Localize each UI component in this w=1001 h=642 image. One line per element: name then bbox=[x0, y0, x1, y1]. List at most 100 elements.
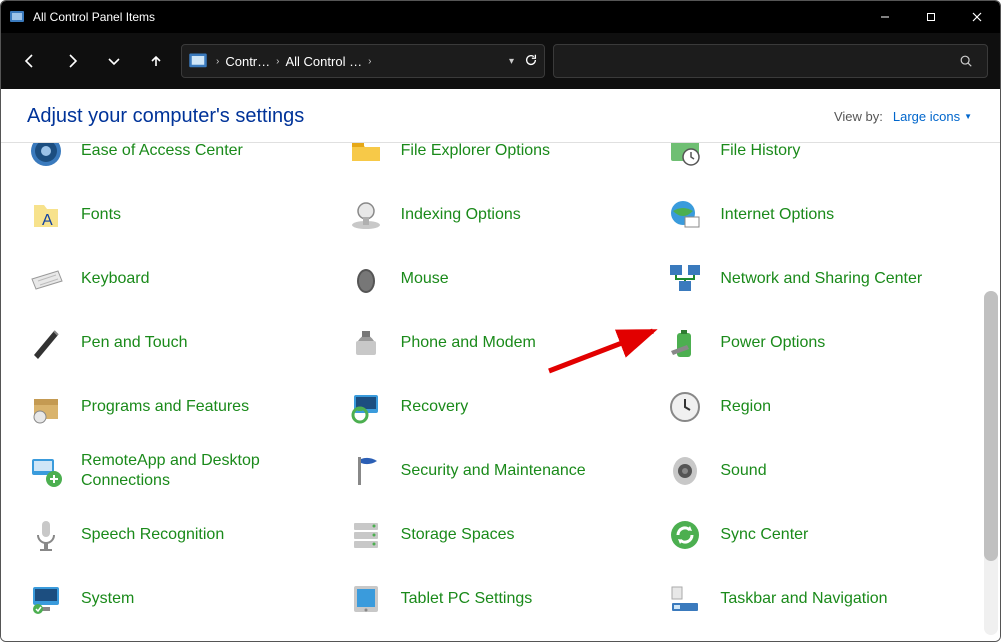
cpl-item-ease-of-access[interactable]: Ease of Access Center bbox=[19, 143, 339, 183]
cpl-item-internet-options[interactable]: Internet Options bbox=[658, 183, 978, 247]
chevron-right-icon: › bbox=[364, 56, 375, 67]
forward-button[interactable] bbox=[55, 44, 89, 78]
clock-icon bbox=[664, 386, 706, 428]
items-grid: Ease of Access Center File Explorer Optio… bbox=[19, 143, 978, 631]
view-by-value: Large icons bbox=[893, 109, 960, 124]
keyboard-icon bbox=[25, 258, 67, 300]
cpl-item-label: Phone and Modem bbox=[401, 333, 536, 353]
cpl-item-label: Programs and Features bbox=[81, 397, 249, 417]
cpl-item-label: Recovery bbox=[401, 397, 469, 417]
maximize-button[interactable] bbox=[908, 1, 954, 33]
mic-icon bbox=[25, 514, 67, 556]
cpl-item-pen-and-touch[interactable]: Pen and Touch bbox=[19, 311, 339, 375]
cpl-item-label: Network and Sharing Center bbox=[720, 269, 922, 289]
window-title: All Control Panel Items bbox=[33, 10, 155, 24]
speaker-icon bbox=[664, 450, 706, 492]
titlebar: All Control Panel Items bbox=[1, 1, 1000, 33]
chevron-right-icon: › bbox=[212, 56, 223, 67]
monitor-icon bbox=[25, 578, 67, 620]
cpl-item-label: System bbox=[81, 589, 134, 609]
recent-button[interactable] bbox=[97, 44, 131, 78]
cpl-item-label: Storage Spaces bbox=[401, 525, 515, 545]
cpl-item-remoteapp[interactable]: RemoteApp and Desktop Connections bbox=[19, 439, 339, 503]
view-by-label: View by: bbox=[834, 109, 883, 124]
view-by-dropdown[interactable]: Large icons ▼ bbox=[893, 109, 972, 124]
tablet-icon bbox=[345, 578, 387, 620]
chevron-right-icon: › bbox=[272, 56, 283, 67]
view-by-control: View by: Large icons ▼ bbox=[834, 109, 972, 124]
cpl-item-tablet-pc[interactable]: Tablet PC Settings bbox=[339, 567, 659, 631]
breadcrumb-1[interactable]: Contr… bbox=[223, 54, 272, 69]
drives-icon bbox=[345, 514, 387, 556]
index-icon bbox=[345, 194, 387, 236]
phone-icon bbox=[345, 322, 387, 364]
page-title: Adjust your computer's settings bbox=[27, 105, 304, 128]
content-area: Adjust your computer's settings View by:… bbox=[1, 89, 1000, 641]
cpl-item-label: Region bbox=[720, 397, 771, 417]
breadcrumb-2[interactable]: All Control … bbox=[283, 54, 364, 69]
box-icon bbox=[25, 386, 67, 428]
cpl-item-file-explorer-options[interactable]: File Explorer Options bbox=[339, 143, 659, 183]
minimize-button[interactable] bbox=[862, 1, 908, 33]
cpl-item-security-maintenance[interactable]: Security and Maintenance bbox=[339, 439, 659, 503]
cpl-item-mouse[interactable]: Mouse bbox=[339, 247, 659, 311]
cpl-item-label: Speech Recognition bbox=[81, 525, 224, 545]
battery-icon bbox=[664, 322, 706, 364]
cpl-item-recovery[interactable]: Recovery bbox=[339, 375, 659, 439]
cpl-item-label: File History bbox=[720, 143, 800, 161]
search-icon bbox=[959, 54, 973, 68]
address-bar[interactable]: › Contr… › All Control … › ▾ bbox=[181, 44, 545, 78]
cpl-item-label: Tablet PC Settings bbox=[401, 589, 533, 609]
items-viewport: Ease of Access Center File Explorer Optio… bbox=[1, 143, 1000, 641]
cpl-item-label: Fonts bbox=[81, 205, 121, 225]
cpl-item-system[interactable]: System bbox=[19, 567, 339, 631]
address-icon bbox=[188, 51, 208, 71]
cpl-item-speech-recognition[interactable]: Speech Recognition bbox=[19, 503, 339, 567]
chevron-down-icon[interactable]: ▾ bbox=[509, 56, 514, 67]
pen-icon bbox=[25, 322, 67, 364]
sync-icon bbox=[664, 514, 706, 556]
scrollbar-thumb[interactable] bbox=[984, 291, 998, 561]
cpl-item-phone-and-modem[interactable]: Phone and Modem bbox=[339, 311, 659, 375]
cpl-item-programs-features[interactable]: Programs and Features bbox=[19, 375, 339, 439]
close-button[interactable] bbox=[954, 1, 1000, 33]
back-button[interactable] bbox=[13, 44, 47, 78]
cpl-item-label: Indexing Options bbox=[401, 205, 521, 225]
search-input[interactable] bbox=[553, 44, 988, 78]
fonts-icon bbox=[25, 194, 67, 236]
globe-icon bbox=[664, 194, 706, 236]
network-icon bbox=[664, 258, 706, 300]
cpl-item-label: Keyboard bbox=[81, 269, 150, 289]
recovery-icon bbox=[345, 386, 387, 428]
mouse-icon bbox=[345, 258, 387, 300]
cpl-item-label: File Explorer Options bbox=[401, 143, 550, 161]
cpl-item-label: Ease of Access Center bbox=[81, 143, 243, 161]
cpl-item-storage-spaces[interactable]: Storage Spaces bbox=[339, 503, 659, 567]
page-header: Adjust your computer's settings View by:… bbox=[1, 89, 1000, 142]
cpl-item-fonts[interactable]: Fonts bbox=[19, 183, 339, 247]
cpl-item-label: Sound bbox=[720, 461, 766, 481]
cpl-item-label: Security and Maintenance bbox=[401, 461, 586, 481]
cpl-item-label: Mouse bbox=[401, 269, 449, 289]
cpl-item-taskbar-nav[interactable]: Taskbar and Navigation bbox=[658, 567, 978, 631]
toolbar: › Contr… › All Control … › ▾ bbox=[1, 33, 1000, 89]
cpl-item-label: RemoteApp and Desktop Connections bbox=[81, 451, 329, 491]
cpl-item-label: Power Options bbox=[720, 333, 825, 353]
taskbar-icon bbox=[664, 578, 706, 620]
ease-icon bbox=[25, 143, 67, 172]
cpl-item-file-history[interactable]: File History bbox=[658, 143, 978, 183]
cpl-item-label: Sync Center bbox=[720, 525, 808, 545]
chevron-down-icon: ▼ bbox=[964, 112, 972, 121]
up-button[interactable] bbox=[139, 44, 173, 78]
cpl-item-label: Taskbar and Navigation bbox=[720, 589, 887, 609]
cpl-item-keyboard[interactable]: Keyboard bbox=[19, 247, 339, 311]
cpl-item-power-options[interactable]: Power Options bbox=[658, 311, 978, 375]
cpl-item-network-sharing[interactable]: Network and Sharing Center bbox=[658, 247, 978, 311]
cpl-item-sync-center[interactable]: Sync Center bbox=[658, 503, 978, 567]
refresh-button[interactable] bbox=[524, 53, 538, 70]
cpl-item-region[interactable]: Region bbox=[658, 375, 978, 439]
window-icon bbox=[9, 9, 25, 25]
cpl-item-indexing-options[interactable]: Indexing Options bbox=[339, 183, 659, 247]
cpl-item-sound[interactable]: Sound bbox=[658, 439, 978, 503]
cpl-item-label: Pen and Touch bbox=[81, 333, 187, 353]
